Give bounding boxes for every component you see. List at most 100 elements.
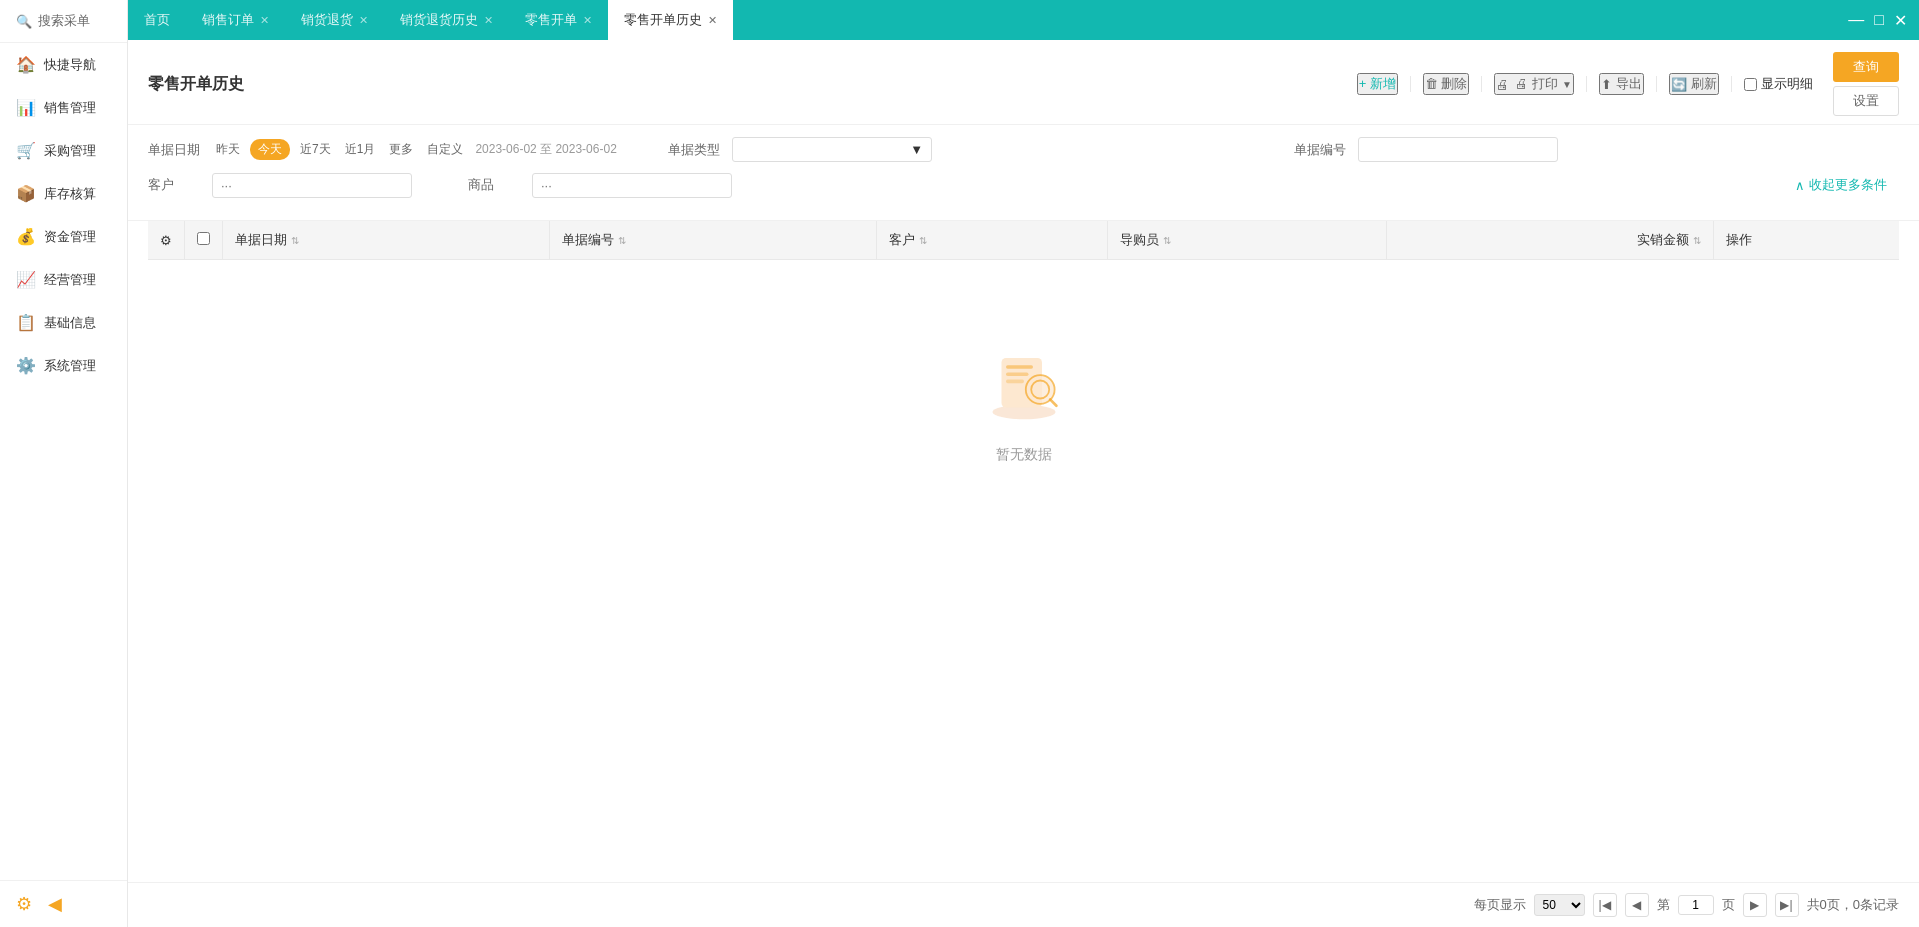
settings-button[interactable]: 设置: [1833, 86, 1899, 116]
nav-tab-sales_order[interactable]: 销售订单 ✕: [186, 0, 285, 40]
divider: [1410, 76, 1411, 92]
type-select-arrow: ▼: [910, 142, 923, 157]
sidebar-item-xiaoshou[interactable]: 📊 销售管理: [0, 86, 127, 129]
export-button[interactable]: ⬆ 导出: [1599, 73, 1644, 95]
nav-tab-close-retail_history[interactable]: ✕: [708, 14, 717, 27]
sort-customer-icon[interactable]: ⇅: [919, 235, 927, 246]
query-button[interactable]: 查询: [1833, 52, 1899, 82]
page-input[interactable]: [1678, 895, 1714, 915]
page-header: 零售开单历史 + 新增 🗑 删除 🖨 🖨 打印 ▼ ⬆ 导出 🔄: [128, 40, 1919, 125]
th-settings[interactable]: ⚙: [148, 221, 185, 260]
date-range-display: 2023-06-02 至 2023-06-02: [475, 141, 616, 158]
page-label: 页: [1722, 896, 1735, 914]
sidebar-icon-jingying: 📈: [16, 270, 36, 289]
sidebar-icon-xitong: ⚙️: [16, 356, 36, 375]
collapse-chevron-icon: ∧: [1795, 178, 1805, 193]
sort-date-icon[interactable]: ⇅: [291, 235, 299, 246]
th-amount: 实销金额 ⇅: [1387, 221, 1714, 260]
divider3: [1586, 76, 1587, 92]
nav-tab-close-sales_return_history[interactable]: ✕: [484, 14, 493, 27]
sidebar-item-zijin[interactable]: 💰资金管理: [0, 215, 127, 258]
collapse-filter-btn[interactable]: ∧ 收起更多条件: [1783, 172, 1899, 198]
delete-button[interactable]: 🗑 删除: [1423, 73, 1470, 95]
sidebar-label-zijin: 资金管理: [44, 228, 96, 246]
th-guide: 导购员 ⇅: [1108, 221, 1387, 260]
select-all-checkbox[interactable]: [197, 232, 210, 245]
sidebar-search-label: 搜索采单: [38, 12, 90, 30]
nav-tab-retail_open[interactable]: 零售开单 ✕: [509, 0, 608, 40]
empty-icon: [979, 340, 1069, 430]
date-more[interactable]: 更多: [385, 139, 417, 160]
sidebar-item-kucun[interactable]: 📦库存核算: [0, 172, 127, 215]
sidebar-icon-jichu: 📋: [16, 313, 36, 332]
nav-tab-label-retail_open: 零售开单: [525, 11, 577, 29]
date-filter: 单据日期 昨天 今天 近7天 近1月 更多 自定义 2023-06-02 至 2…: [148, 139, 648, 160]
date-1month[interactable]: 近1月: [341, 139, 380, 160]
nav-tab-sales_return_history[interactable]: 销货退货历史✕: [384, 0, 509, 40]
date-custom[interactable]: 自定义: [423, 139, 467, 160]
main-area: 首页销售订单✕销货退货✕销货退货历史✕零售开单✕零售开单历史✕ — □ ✕ 零售…: [128, 0, 1919, 927]
show-detail-checkbox-label[interactable]: 显示明细: [1744, 75, 1813, 93]
sidebar-icon-xiaoshou: 📊: [16, 98, 36, 117]
sidebar-item-xitong[interactable]: ⚙️ 系统管理: [0, 344, 127, 387]
sidebar-label-xiaoshou: 销售管理: [44, 99, 96, 117]
divider4: [1656, 76, 1657, 92]
data-table: ⚙ 单据日期 ⇅ 单据编号 ⇅: [148, 221, 1899, 260]
print-button[interactable]: 🖨 🖨 打印 ▼: [1494, 73, 1574, 95]
last-page-btn[interactable]: ▶|: [1775, 893, 1799, 917]
table-header-row: ⚙ 单据日期 ⇅ 单据编号 ⇅: [148, 221, 1899, 260]
sidebar-icon-kuaijie: 🏠: [16, 55, 36, 74]
close-icon[interactable]: ✕: [1894, 11, 1907, 30]
goods-input[interactable]: [532, 173, 732, 198]
type-select[interactable]: ▼: [732, 137, 932, 162]
date-today[interactable]: 今天: [250, 139, 290, 160]
sidebar-label-jingying: 经营管理: [44, 271, 96, 289]
sort-docnum-icon[interactable]: ⇅: [618, 235, 626, 246]
date-7days[interactable]: 近7天: [296, 139, 335, 160]
maximize-icon[interactable]: □: [1874, 11, 1884, 29]
show-detail-checkbox[interactable]: [1744, 78, 1757, 91]
sidebar-search[interactable]: 🔍 搜索采单: [0, 0, 127, 43]
per-page-label: 每页显示: [1474, 896, 1526, 914]
sort-amount-icon[interactable]: ⇅: [1693, 235, 1701, 246]
nav-tab-home[interactable]: 首页: [128, 0, 186, 40]
docnum-input[interactable]: [1358, 137, 1558, 162]
minimize-icon[interactable]: —: [1848, 11, 1864, 29]
th-checkbox[interactable]: [185, 221, 223, 260]
sidebar-icon-kucun: 📦: [16, 184, 36, 203]
per-page-select[interactable]: 50 100 200: [1534, 894, 1585, 916]
next-page-btn[interactable]: ▶: [1743, 893, 1767, 917]
customer-input[interactable]: [212, 173, 412, 198]
goods-label: 商品: [468, 176, 524, 194]
sidebar-label-caigou: 采购管理: [44, 142, 96, 160]
refresh-icon: 🔄: [1671, 77, 1687, 92]
first-page-btn[interactable]: |◀: [1593, 893, 1617, 917]
sidebar-item-kuaijie[interactable]: 🏠快捷导航: [0, 43, 127, 86]
settings-bottom-icon[interactable]: ⚙: [16, 893, 32, 915]
nav-tab-sales_return[interactable]: 销货退货✕: [285, 0, 384, 40]
prev-page-btn[interactable]: ◀: [1625, 893, 1649, 917]
sidebar-label-xitong: 系统管理: [44, 357, 96, 375]
sort-guide-icon[interactable]: ⇅: [1163, 235, 1171, 246]
nav-tab-label-retail_history: 零售开单历史: [624, 11, 702, 29]
sidebar-item-jichu[interactable]: 📋基础信息: [0, 301, 127, 344]
customer-filter: 客户: [148, 173, 448, 198]
pagination: 每页显示 50 100 200 |◀ ◀ 第 页 ▶ ▶| 共0页，0条记录: [128, 882, 1919, 927]
refresh-button[interactable]: 🔄 刷新: [1669, 73, 1719, 95]
nav-tab-close-retail_open[interactable]: ✕: [583, 14, 592, 27]
nav-tab-retail_history[interactable]: 零售开单历史 ✕: [608, 0, 733, 40]
sidebar-icon-caigou: 🛒: [16, 141, 36, 160]
nav-tab-close-sales_order[interactable]: ✕: [260, 14, 269, 27]
add-button[interactable]: + 新增: [1357, 73, 1398, 95]
th-action: 操作: [1714, 221, 1900, 260]
svg-rect-2: [1006, 365, 1033, 369]
sidebar-bottom: ⚙ ◀: [0, 880, 127, 927]
svg-rect-3: [1006, 372, 1029, 376]
date-yesterday[interactable]: 昨天: [212, 139, 244, 160]
collapse-sidebar-icon[interactable]: ◀: [48, 893, 62, 915]
nav-tab-label-sales_order: 销售订单: [202, 11, 254, 29]
sidebar-item-caigou[interactable]: 🛒 采购管理: [0, 129, 127, 172]
sidebar-item-jingying[interactable]: 📈 经营管理: [0, 258, 127, 301]
nav-tab-close-sales_return[interactable]: ✕: [359, 14, 368, 27]
total-text: 共0页，0条记录: [1807, 896, 1899, 914]
